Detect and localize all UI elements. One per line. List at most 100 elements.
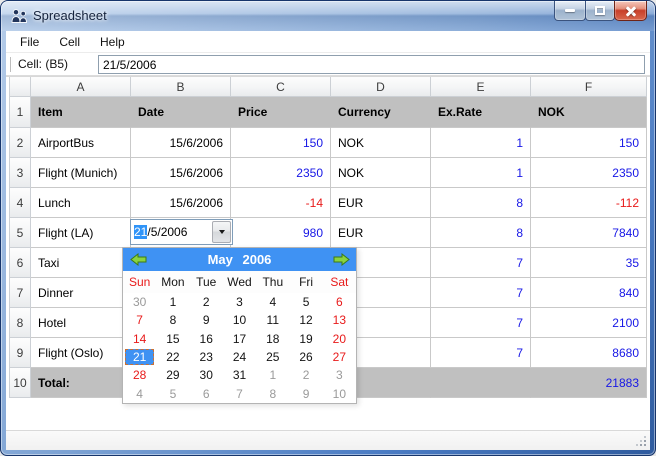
calendar-day-w2-8[interactable]: 8	[156, 311, 189, 329]
cell-A8[interactable]: Hotel	[31, 308, 131, 338]
cell-E9[interactable]: 7	[431, 338, 531, 368]
calendar-day-w1-6[interactable]: 6	[323, 293, 356, 311]
cell-A1[interactable]: Item	[31, 97, 131, 128]
column-header-C[interactable]: C	[231, 77, 331, 97]
cell-B2[interactable]: 15/6/2006	[131, 128, 231, 158]
calendar-day-w3-18[interactable]: 18	[256, 330, 289, 348]
cell-value-input[interactable]	[98, 55, 645, 74]
calendar-day-w1-4[interactable]: 4	[256, 293, 289, 311]
calendar-day-w4-22[interactable]: 22	[156, 348, 189, 366]
cell-C1[interactable]: Price	[231, 97, 331, 128]
calendar-day-w2-12[interactable]: 12	[289, 311, 322, 329]
calendar-day-w1-1[interactable]: 1	[156, 293, 189, 311]
cell-A6[interactable]: Taxi	[31, 248, 131, 278]
resize-grip[interactable]	[644, 444, 646, 446]
minimize-button[interactable]	[554, 1, 586, 21]
calendar-day-w3-14[interactable]: 14	[123, 330, 156, 348]
calendar-day-w1-3[interactable]: 3	[223, 293, 256, 311]
row-header-2[interactable]: 2	[9, 128, 31, 158]
calendar-day-w6-8[interactable]: 8	[256, 385, 289, 403]
column-header-D[interactable]: D	[331, 77, 431, 97]
close-button[interactable]	[614, 1, 647, 21]
row-header-6[interactable]: 6	[9, 248, 31, 278]
calendar-day-w6-10[interactable]: 10	[323, 385, 356, 403]
calendar-day-w2-7[interactable]: 7	[123, 311, 156, 329]
cell-C5[interactable]: 980	[231, 218, 331, 248]
row-header-4[interactable]: 4	[9, 188, 31, 218]
cell-B3[interactable]: 15/6/2006	[131, 158, 231, 188]
calendar-day-w6-7[interactable]: 7	[223, 385, 256, 403]
calendar-day-w4-23[interactable]: 23	[190, 348, 223, 366]
cell-E3[interactable]: 1	[431, 158, 531, 188]
calendar-day-w2-9[interactable]: 9	[190, 311, 223, 329]
calendar-day-w2-13[interactable]: 13	[323, 311, 356, 329]
calendar-day-w4-21[interactable]: 21	[125, 349, 155, 366]
row-header-10[interactable]: 10	[9, 368, 31, 398]
previous-month-button[interactable]	[129, 252, 147, 267]
cell-B1[interactable]: Date	[131, 97, 231, 128]
date-dropdown-button[interactable]	[212, 221, 231, 243]
cell-C2[interactable]: 150	[231, 128, 331, 158]
cell-E2[interactable]: 1	[431, 128, 531, 158]
calendar-day-w3-17[interactable]: 17	[223, 330, 256, 348]
cell-D3[interactable]: NOK	[331, 158, 431, 188]
calendar-day-w5-3[interactable]: 3	[323, 366, 356, 384]
cell-D5[interactable]: EUR	[331, 218, 431, 248]
calendar-day-w6-4[interactable]: 4	[123, 385, 156, 403]
cell-F6[interactable]: 35	[531, 248, 647, 278]
calendar-day-w5-31[interactable]: 31	[223, 366, 256, 384]
calendar-day-w6-6[interactable]: 6	[190, 385, 223, 403]
cell-F9[interactable]: 8680	[531, 338, 647, 368]
menu-cell[interactable]: Cell	[49, 32, 90, 52]
calendar-day-w4-25[interactable]: 25	[256, 348, 289, 366]
row-header-9[interactable]: 9	[9, 338, 31, 368]
row-header-3[interactable]: 3	[9, 158, 31, 188]
next-month-button[interactable]	[332, 252, 350, 267]
cell-E6[interactable]: 7	[431, 248, 531, 278]
calendar-day-w4-24[interactable]: 24	[223, 348, 256, 366]
calendar-day-w5-1[interactable]: 1	[256, 366, 289, 384]
calendar-day-w3-15[interactable]: 15	[156, 330, 189, 348]
column-header-A[interactable]: A	[31, 77, 131, 97]
calendar-day-w5-2[interactable]: 2	[289, 366, 322, 384]
calendar-day-w5-30[interactable]: 30	[190, 366, 223, 384]
row-header-5[interactable]: 5	[9, 218, 31, 248]
cell-F2[interactable]: 150	[531, 128, 647, 158]
cell-E10[interactable]	[431, 368, 531, 398]
cell-A10[interactable]: Total:	[31, 368, 131, 398]
cell-C4[interactable]: -14	[231, 188, 331, 218]
calendar-day-w6-5[interactable]: 5	[156, 385, 189, 403]
cell-D4[interactable]: EUR	[331, 188, 431, 218]
calendar-day-w1-2[interactable]: 2	[190, 293, 223, 311]
select-all-corner[interactable]	[9, 77, 31, 97]
cell-C3[interactable]: 2350	[231, 158, 331, 188]
row-header-7[interactable]: 7	[9, 278, 31, 308]
row-header-1[interactable]: 1	[9, 97, 31, 128]
date-combobox[interactable]: 21/5/2006	[130, 219, 233, 245]
cell-D1[interactable]: Currency	[331, 97, 431, 128]
calendar-day-w2-11[interactable]: 11	[256, 311, 289, 329]
cell-F5[interactable]: 7840	[531, 218, 647, 248]
calendar-day-w4-26[interactable]: 26	[289, 348, 322, 366]
cell-F7[interactable]: 840	[531, 278, 647, 308]
cell-E1[interactable]: Ex.Rate	[431, 97, 531, 128]
cell-E4[interactable]: 8	[431, 188, 531, 218]
column-header-E[interactable]: E	[431, 77, 531, 97]
calendar-day-w3-16[interactable]: 16	[190, 330, 223, 348]
cell-A9[interactable]: Flight (Oslo)	[31, 338, 131, 368]
maximize-button[interactable]	[585, 1, 615, 21]
cell-F10[interactable]: 21883	[531, 368, 647, 398]
menu-help[interactable]: Help	[90, 32, 135, 52]
calendar-day-w2-10[interactable]: 10	[223, 311, 256, 329]
calendar-day-w3-19[interactable]: 19	[289, 330, 322, 348]
column-header-F[interactable]: F	[531, 77, 647, 97]
calendar-day-w4-27[interactable]: 27	[323, 348, 356, 366]
cell-A5[interactable]: Flight (LA)	[31, 218, 131, 248]
calendar-day-w3-20[interactable]: 20	[323, 330, 356, 348]
row-header-8[interactable]: 8	[9, 308, 31, 338]
column-header-B[interactable]: B	[131, 77, 231, 97]
calendar-day-w1-5[interactable]: 5	[289, 293, 322, 311]
cell-B4[interactable]: 15/6/2006	[131, 188, 231, 218]
cell-F1[interactable]: NOK	[531, 97, 647, 128]
cell-E5[interactable]: 8	[431, 218, 531, 248]
